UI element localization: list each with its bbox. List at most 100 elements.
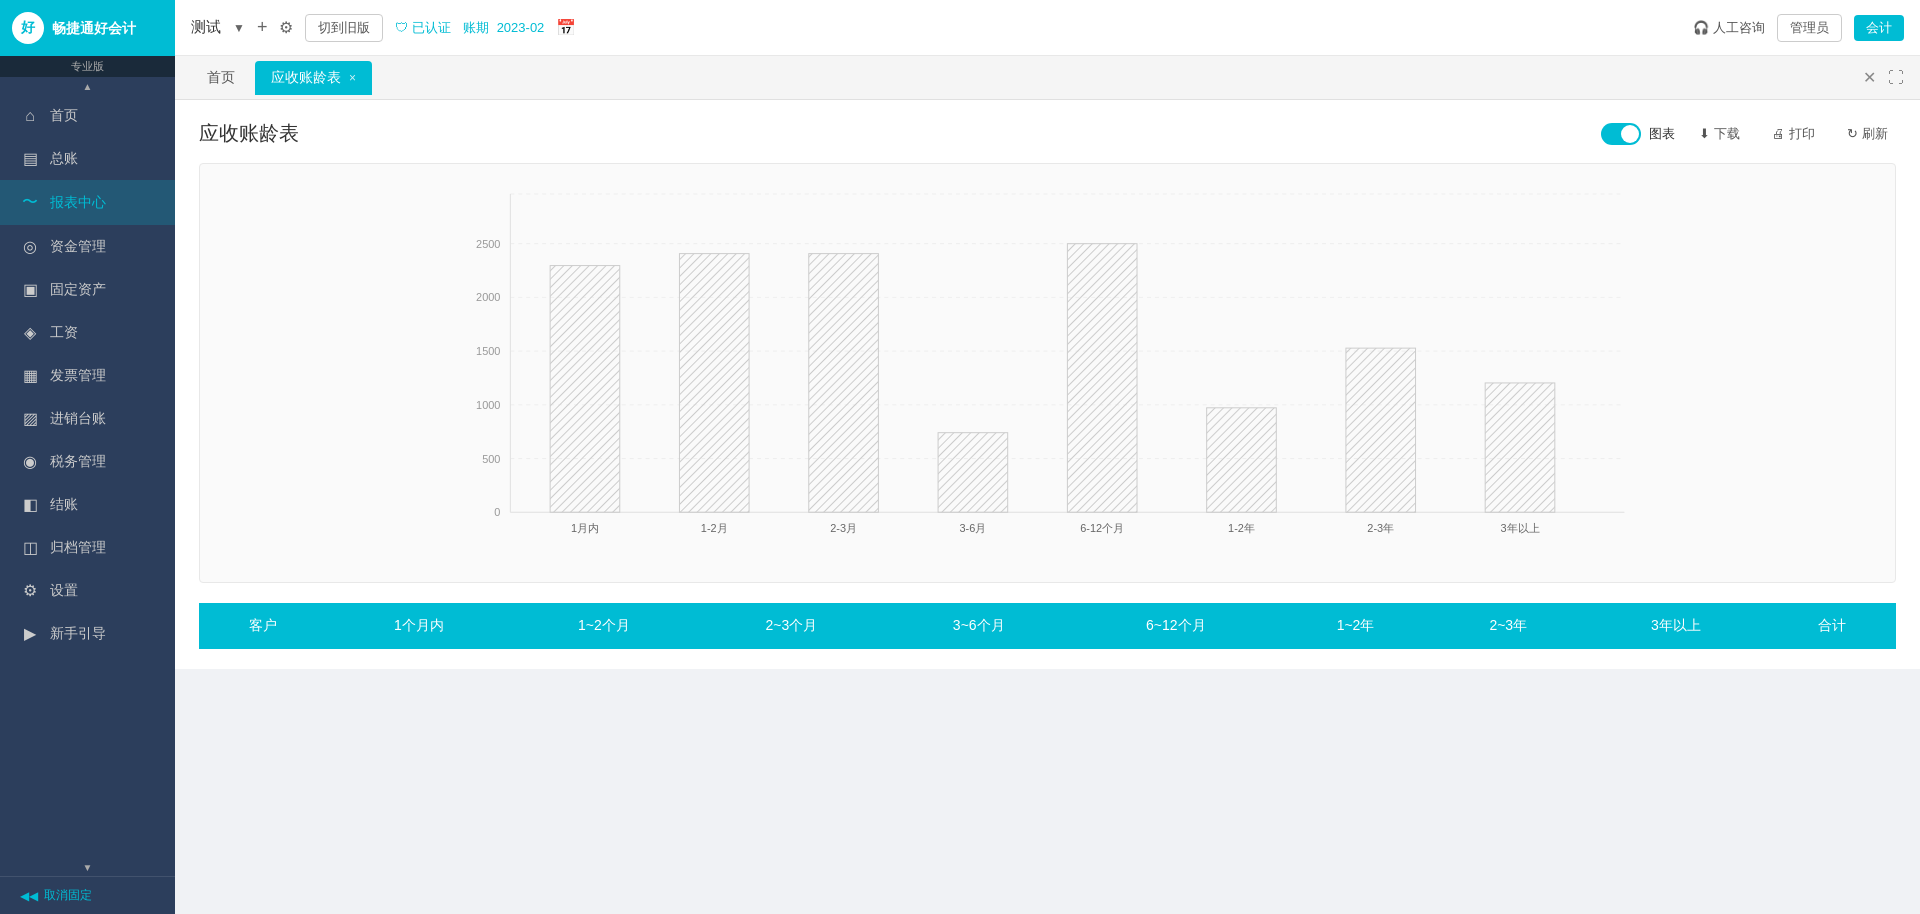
sidebar-item-label: 总账 <box>50 150 78 168</box>
app-name: 畅捷通好会计 <box>52 20 136 37</box>
home-icon: ⌂ <box>20 107 40 125</box>
svg-text:0: 0 <box>494 506 500 518</box>
svg-text:1月内: 1月内 <box>571 522 599 534</box>
tab-bar-left: 首页 应收账龄表 × <box>191 61 372 95</box>
role-btn[interactable]: 会计 <box>1854 15 1904 41</box>
chart-toggle-wrap: 图表 <box>1601 123 1675 145</box>
tab-home[interactable]: 首页 <box>191 61 251 95</box>
user-btn[interactable]: 管理员 <box>1777 14 1842 42</box>
tab-bar-right: ✕ ⛶ <box>1863 68 1904 87</box>
sidebar-item-assets[interactable]: ▣ 固定资产 <box>0 268 175 311</box>
scroll-down-btn[interactable]: ▼ <box>0 858 175 876</box>
sidebar-item-label: 设置 <box>50 582 78 600</box>
settings-gear-icon[interactable]: ⚙ <box>279 18 293 37</box>
tab-bar: 首页 应收账龄表 × ✕ ⛶ <box>175 56 1920 100</box>
col-1month: 1个月内 <box>328 603 511 649</box>
verified-label: 已认证 <box>412 19 451 37</box>
sidebar-item-fund[interactable]: ◎ 资金管理 <box>0 225 175 268</box>
sidebar-item-settings[interactable]: ⚙ 设置 <box>0 569 175 612</box>
newbie-icon: ▶ <box>20 624 40 643</box>
settings-icon: ⚙ <box>20 581 40 600</box>
refresh-btn[interactable]: ↻ 刷新 <box>1839 121 1896 147</box>
sidebar-item-label: 结账 <box>50 496 78 514</box>
bar-3-6-month <box>938 433 1008 513</box>
print-btn[interactable]: 🖨 打印 <box>1764 121 1823 147</box>
archive-icon: ◫ <box>20 538 40 557</box>
report-actions: 图表 ⬇ 下载 🖨 打印 ↻ 刷新 <box>1601 121 1896 147</box>
assets-icon: ▣ <box>20 280 40 299</box>
bar-6-12-month <box>1067 244 1137 513</box>
cancel-fixed-btn[interactable]: ◀◀ 取消固定 <box>0 876 175 914</box>
svg-text:3-6月: 3-6月 <box>959 522 986 534</box>
svg-text:500: 500 <box>482 453 500 465</box>
sidebar-item-ledger[interactable]: ▤ 总账 <box>0 137 175 180</box>
bar-1-2-year <box>1207 408 1277 512</box>
col-3year-plus: 3年以上 <box>1585 603 1768 649</box>
col-6-12month: 6~12个月 <box>1072 603 1279 649</box>
logo-icon: 好 <box>12 12 44 44</box>
calendar-icon[interactable]: 📅 <box>556 18 576 37</box>
sidebar-item-label: 发票管理 <box>50 367 106 385</box>
download-icon: ⬇ <box>1699 126 1710 141</box>
table-header: 客户 1个月内 1~2个月 2~3个月 3~6个月 6~12个月 1~2年 2~… <box>199 603 1896 649</box>
fund-icon: ◎ <box>20 237 40 256</box>
refresh-label: 刷新 <box>1862 125 1888 143</box>
sidebar-item-invoice[interactable]: ▦ 发票管理 <box>0 354 175 397</box>
report-title: 应收账龄表 <box>199 120 299 147</box>
topbar: 测试 ▼ + ⚙ 切到旧版 🛡 已认证 账期 2023-02 📅 🎧 人工咨询 … <box>175 0 1920 56</box>
refresh-icon: ↻ <box>1847 126 1858 141</box>
svg-text:6-12个月: 6-12个月 <box>1080 522 1124 534</box>
svg-text:2500: 2500 <box>476 238 500 250</box>
chart-toggle-switch[interactable] <box>1601 123 1641 145</box>
tax-icon: ◉ <box>20 452 40 471</box>
switch-old-version-btn[interactable]: 切到旧版 <box>305 14 383 42</box>
download-btn[interactable]: ⬇ 下载 <box>1691 121 1748 147</box>
sidebar-item-archive[interactable]: ◫ 归档管理 <box>0 526 175 569</box>
bar-1-month <box>550 266 620 513</box>
toggle-knob <box>1621 125 1639 143</box>
sidebar-item-label: 工资 <box>50 324 78 342</box>
sidebar-item-settle[interactable]: ◧ 结账 <box>0 483 175 526</box>
sidebar-item-newbie[interactable]: ▶ 新手引导 <box>0 612 175 655</box>
consult-label: 人工咨询 <box>1713 19 1765 37</box>
bar-1-2-month <box>679 254 749 513</box>
content-area: 应收账龄表 图表 ⬇ 下载 🖨 打印 <box>175 100 1920 914</box>
sidebar-item-label: 固定资产 <box>50 281 106 299</box>
company-dropdown-icon[interactable]: ▼ <box>233 21 245 35</box>
period-value: 2023-02 <box>497 20 545 35</box>
ledger-icon: ▤ <box>20 149 40 168</box>
svg-text:1000: 1000 <box>476 399 500 411</box>
svg-text:3年以上: 3年以上 <box>1500 522 1539 534</box>
col-2-3month: 2~3个月 <box>698 603 885 649</box>
logo-text-block: 畅捷通好会计 <box>52 20 136 37</box>
svg-text:1500: 1500 <box>476 345 500 357</box>
download-label: 下载 <box>1714 125 1740 143</box>
chart-toggle-label: 图表 <box>1649 125 1675 143</box>
nav-menu: ⌂ 首页 ▤ 总账 〜 报表中心 ◎ 资金管理 ▣ 固定资产 ◈ 工资 ▦ 发票… <box>0 95 175 858</box>
shield-icon: 🛡 <box>395 20 408 35</box>
sidebar: 好 畅捷通好会计 专业版 ▲ ⌂ 首页 ▤ 总账 〜 报表中心 ◎ 资金管理 ▣… <box>0 0 175 914</box>
sidebar-item-reports[interactable]: 〜 报表中心 <box>0 180 175 225</box>
scroll-up-btn[interactable]: ▲ <box>0 77 175 95</box>
expand-icon[interactable]: ⛶ <box>1888 69 1904 87</box>
tab-accounts-aging[interactable]: 应收账龄表 × <box>255 61 372 95</box>
close-window-icon[interactable]: ✕ <box>1863 68 1876 87</box>
bar-2-3-year <box>1346 348 1416 512</box>
sidebar-item-label: 资金管理 <box>50 238 106 256</box>
pin-icon: ◀◀ <box>20 889 38 903</box>
verified-badge: 🛡 已认证 <box>395 19 451 37</box>
sidebar-item-stock[interactable]: ▨ 进销台账 <box>0 397 175 440</box>
salary-icon: ◈ <box>20 323 40 342</box>
tab-close-btn[interactable]: × <box>349 71 356 85</box>
svg-text:2000: 2000 <box>476 291 500 303</box>
consult-btn[interactable]: 🎧 人工咨询 <box>1693 19 1765 37</box>
tab-label: 应收账龄表 <box>271 69 341 87</box>
sidebar-item-home[interactable]: ⌂ 首页 <box>0 95 175 137</box>
col-2-3year: 2~3年 <box>1432 603 1585 649</box>
sidebar-item-label: 税务管理 <box>50 453 106 471</box>
sidebar-item-salary[interactable]: ◈ 工资 <box>0 311 175 354</box>
sidebar-item-tax[interactable]: ◉ 税务管理 <box>0 440 175 483</box>
print-label: 打印 <box>1789 125 1815 143</box>
invoice-icon: ▦ <box>20 366 40 385</box>
add-company-btn[interactable]: + <box>257 17 268 38</box>
